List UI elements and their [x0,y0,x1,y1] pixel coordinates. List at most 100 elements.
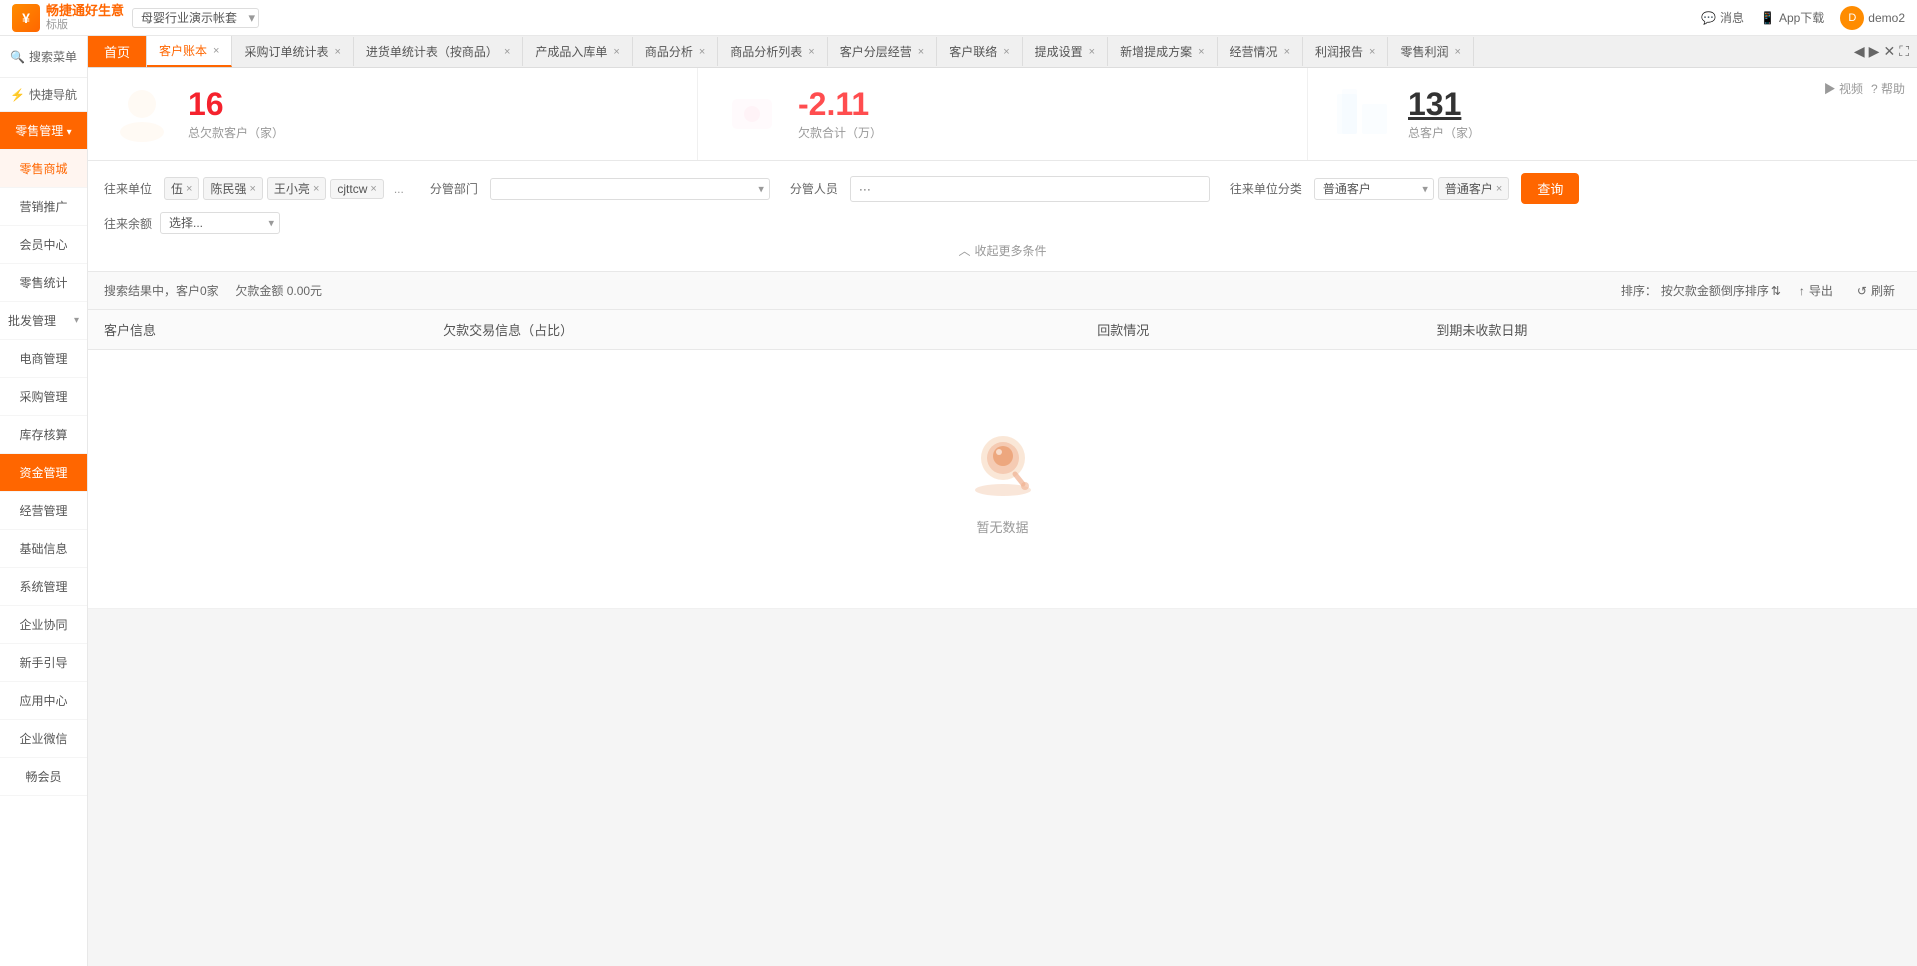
help-btn[interactable]: ? 帮助 [1871,80,1905,97]
sidebar-item-label: 系统管理 [19,580,67,594]
sidebar-item-app-center[interactable]: 应用中心 [0,682,87,720]
filter-tag-close-3[interactable]: × [370,183,376,195]
query-btn[interactable]: 查询 [1521,173,1579,204]
top-bar: ¥ 畅捷通好生意 标版 母婴行业演示帐套 💬 消息 📱 App下载 D demo… [0,0,1917,36]
tab-new-promotion-plan[interactable]: 新增提成方案 × [1108,37,1217,66]
sidebar-item-label: 电商管理 [19,352,67,366]
filter-tag-close-0[interactable]: × [186,183,192,195]
sidebar-item-new-guide[interactable]: 新手引导 [0,644,87,682]
quick-nav-btn[interactable]: ⚡ 快捷导航 [0,78,87,112]
tab-profit-report[interactable]: 利润报告 × [1303,37,1388,66]
filter-tag-close-1[interactable]: × [249,183,255,195]
tab-close-new-promotion-plan[interactable]: × [1198,46,1204,58]
download-icon: 📱 [1760,11,1775,25]
tab-close-promotion-settings[interactable]: × [1089,46,1095,58]
tab-close-retail-profit[interactable]: × [1454,46,1460,58]
sidebar-item-label: 采购管理 [19,390,67,404]
classify-filter-label: 往来单位分类 [1230,180,1302,197]
home-tab-label: 首页 [104,42,130,61]
sidebar-item-marketing[interactable]: 营销推广 [0,188,87,226]
sidebar-item-system[interactable]: 系统管理 [0,568,87,606]
content-area: 首页 客户账本 × 采购订单统计表 × 进货单统计表（按商品） × 产成品入库单… [88,36,1917,966]
sort-field-btn[interactable]: 按欠款金额倒序排序 ⇅ [1661,282,1781,299]
filter-tag-3: cjttcw × [330,179,383,199]
sidebar-item-label: 零售统计 [19,276,67,290]
results-text: 搜索结果中，客户0家 [104,284,219,298]
balance-select[interactable]: 选择... [160,212,280,234]
sidebar: 🔍 搜索菜单 ⚡ 快捷导航 零售管理 ▾ 零售商城 营销推广 会员中心 零售统计… [0,36,88,966]
tab-purchase-order-stats[interactable]: 采购订单统计表 × [232,37,353,66]
export-btn[interactable]: ↑ 导出 [1793,280,1839,301]
tab-close-cost-in[interactable]: × [613,46,619,58]
tab-promotion-settings[interactable]: 提成设置 × [1023,37,1108,66]
sidebar-item-retail-stats[interactable]: 零售统计 [0,264,87,302]
sidebar-item-batch-mgmt[interactable]: 批发管理 ▾ [0,302,87,340]
sidebar-item-inventory[interactable]: 库存核算 [0,416,87,454]
sidebar-item-retail-mall[interactable]: 零售商城 [0,150,87,188]
sidebar-item-ecommerce[interactable]: 电商管理 [0,340,87,378]
tab-cost-in[interactable]: 产成品入库单 × [523,37,632,66]
stat-help: ▶ 视频 ? 帮助 [1824,80,1905,97]
tab-close-stock-in-stats[interactable]: × [504,46,510,58]
sort-select-wrap: 排序： 按欠款金额倒序排序 ⇅ [1621,282,1781,299]
tab-retail-profit[interactable]: 零售利润 × [1388,37,1473,66]
tab-close-customer-segment[interactable]: × [918,46,924,58]
dept-select[interactable] [490,178,770,200]
sidebar-item-basic-info[interactable]: 基础信息 [0,530,87,568]
app-download-btn[interactable]: 📱 App下载 [1760,9,1824,26]
tab-close-customer-contact[interactable]: × [1003,46,1009,58]
sidebar-item-vip[interactable]: 畅会员 [0,758,87,796]
tab-close-product-analysis-list[interactable]: × [808,46,814,58]
filter-tag-0: 伍 × [164,177,199,200]
tab-customer-segment[interactable]: 客户分层经营 × [828,37,937,66]
sidebar-item-purchase[interactable]: 采购管理 [0,378,87,416]
tab-close-all-btn[interactable]: ✕ [1883,43,1895,60]
col-customer-info: 客户信息 [88,310,427,350]
tab-product-analysis-list[interactable]: 商品分析列表 × [718,37,827,66]
tab-customer-contact[interactable]: 客户联络 × [937,37,1022,66]
tab-close-profit-report[interactable]: × [1369,46,1375,58]
tab-bar: 首页 客户账本 × 采购订单统计表 × 进货单统计表（按商品） × 产成品入库单… [88,36,1917,68]
filter-tag-close-2[interactable]: × [313,183,319,195]
demo-select-wrap[interactable]: 母婴行业演示帐套 [132,8,259,28]
search-menu-btn[interactable]: 🔍 搜索菜单 [6,44,81,69]
sidebar-item-wechat[interactable]: 企业微信 [0,720,87,758]
classify-select[interactable]: 普通客户 [1314,178,1434,200]
classify-area: 普通客户 普通客户 × [1314,177,1509,200]
classify-tag-close[interactable]: × [1496,183,1502,195]
table-container: 客户信息 欠款交易信息（占比） 回款情况 到期未收款日期 [88,310,1917,609]
tab-scroll-right-btn[interactable]: ▶ [1869,43,1880,60]
search-icon: 🔍 [10,50,25,64]
stats-bar: 16 总欠款客户（家） -2.11 欠款合计（万） [88,68,1917,161]
sidebar-item-label: 企业协同 [19,618,67,632]
sidebar-item-label: 应用中心 [19,694,67,708]
video-btn[interactable]: ▶ 视频 [1824,80,1863,97]
person-select-box[interactable]: ··· [850,176,1210,202]
sidebar-item-retail-mgmt[interactable]: 零售管理 ▾ [0,112,87,150]
tab-product-analysis[interactable]: 商品分析 × [633,37,718,66]
sidebar-item-member[interactable]: 会员中心 [0,226,87,264]
filter-tags-more-btn[interactable]: ... [388,180,410,198]
tab-close-customer-book[interactable]: × [213,45,219,57]
tab-operations-status[interactable]: 经营情况 × [1218,37,1303,66]
export-label: 导出 [1809,282,1833,299]
tab-close-product-analysis[interactable]: × [699,46,705,58]
sidebar-item-label: 会员中心 [19,238,67,252]
refresh-btn[interactable]: ↺ 刷新 [1851,280,1901,301]
sidebar-item-operations[interactable]: 经营管理 [0,492,87,530]
collapse-filter-btn[interactable]: ︿ 收起更多条件 [104,242,1901,259]
sidebar-item-enterprise[interactable]: 企业协同 [0,606,87,644]
tab-home[interactable]: 首页 [88,36,147,67]
table-body: 暂无数据 [88,350,1917,609]
tab-close-operations-status[interactable]: × [1284,46,1290,58]
stat-info-debt: -2.11 欠款合计（万） [798,88,882,141]
tab-stock-in-stats[interactable]: 进货单统计表（按商品） × [354,37,523,66]
tab-close-purchase-order-stats[interactable]: × [334,46,340,58]
tab-maximize-btn[interactable]: ⛶ [1899,43,1909,60]
user-profile-btn[interactable]: D demo2 [1840,6,1905,30]
sidebar-item-finance[interactable]: 资金管理 [0,454,87,492]
tab-scroll-left-btn[interactable]: ◀ [1854,43,1865,60]
demo-account-select[interactable]: 母婴行业演示帐套 [132,8,259,28]
message-btn[interactable]: 💬 消息 [1701,9,1744,26]
tab-customer-book[interactable]: 客户账本 × [147,36,232,67]
